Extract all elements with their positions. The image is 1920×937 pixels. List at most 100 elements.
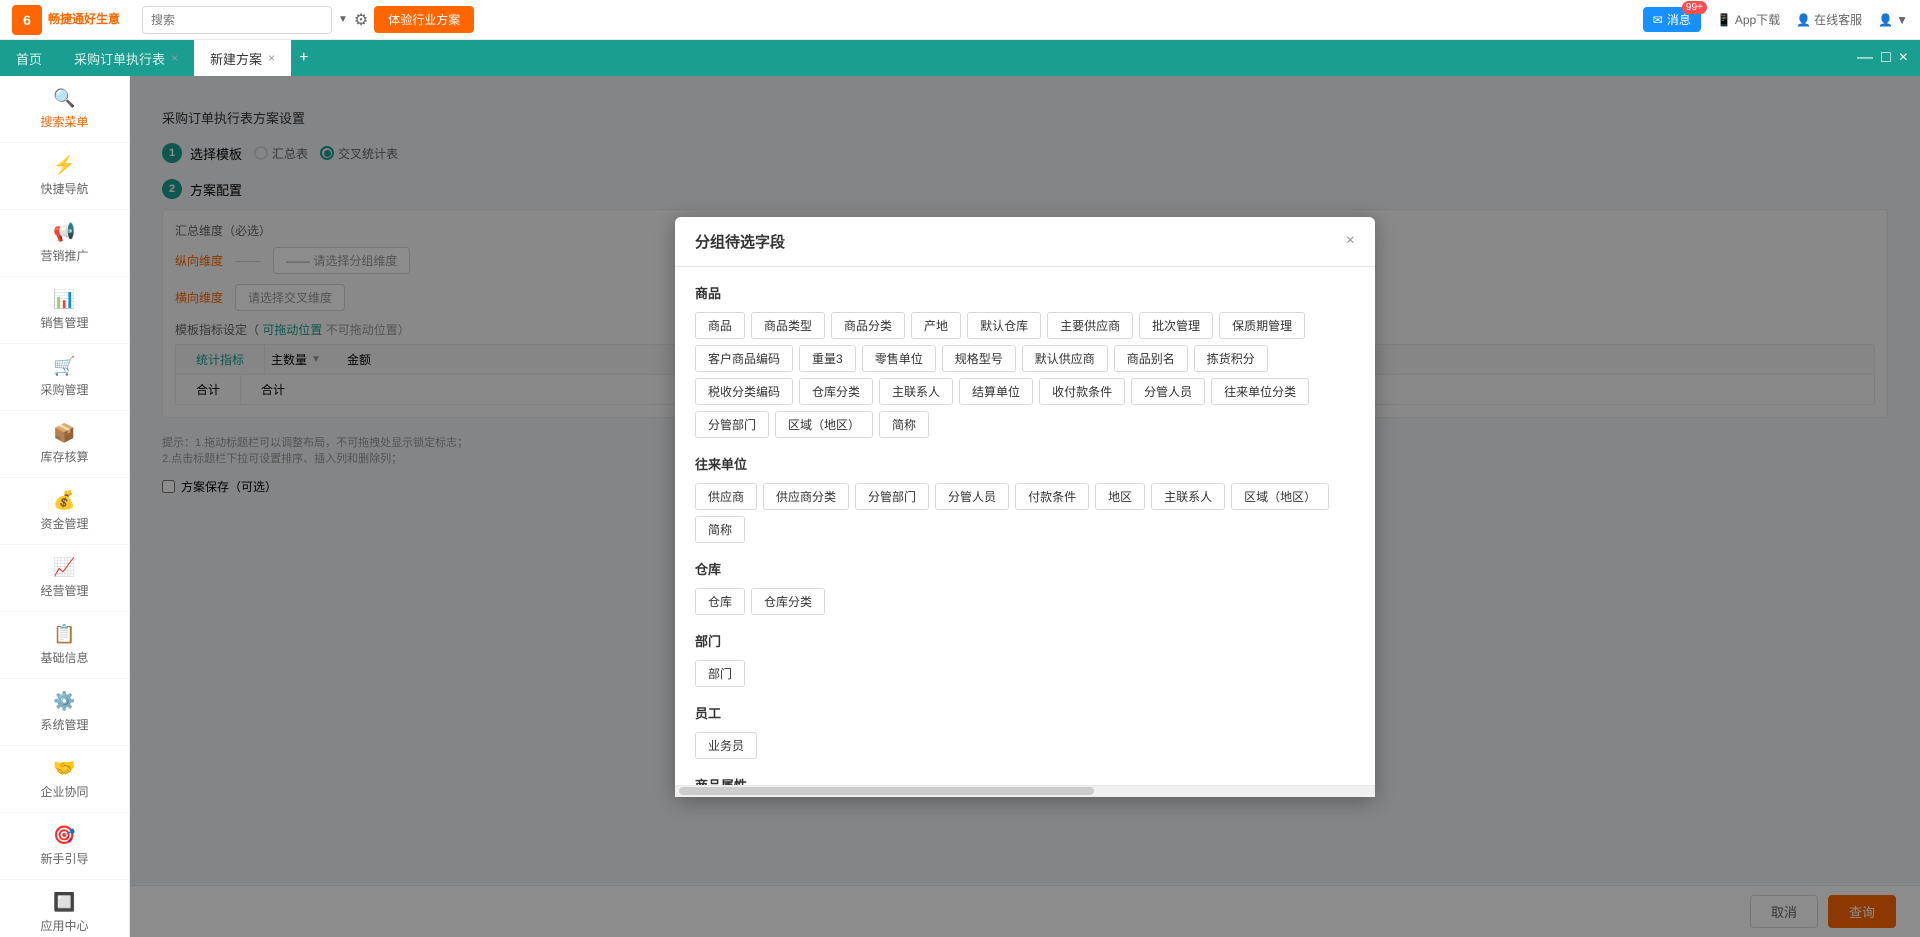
field-tag-product-20[interactable]: 分管人员 [1131,378,1205,405]
section-product-title: 商品 [695,283,1355,302]
online-service-link[interactable]: 👤 在线客服 [1796,11,1862,28]
sidebar-item-finance[interactable]: 💰 资金管理 [0,478,129,545]
field-tag-cp-8[interactable]: 简称 [695,516,745,543]
sidebar-app-center-label: 应用中心 [40,917,88,934]
sidebar-item-inventory[interactable]: 📦 库存核算 [0,411,129,478]
sidebar-item-app-center[interactable]: 🔲 应用中心 [0,880,129,937]
field-tag-product-18[interactable]: 结算单位 [959,378,1033,405]
field-tag-product-8[interactable]: 客户商品编码 [695,345,793,372]
sidebar-item-purchase[interactable]: 🛒 采购管理 [0,344,129,411]
modal-header: 分组待选字段 × [675,217,1375,267]
sidebar-quick-nav-label: 快捷导航 [40,180,88,197]
sidebar-item-system[interactable]: ⚙️ 系统管理 [0,679,129,746]
modal-horizontal-scrollbar[interactable] [675,785,1375,797]
field-tag-product-23[interactable]: 区域（地区） [775,411,873,438]
download-icon: 📱 [1717,13,1732,27]
field-tag-product-14[interactable]: 拣货积分 [1194,345,1268,372]
field-tag-product-17[interactable]: 主联系人 [879,378,953,405]
field-tag-cp-6[interactable]: 主联系人 [1151,483,1225,510]
search-input[interactable] [142,6,332,34]
sidebar-item-search[interactable]: 🔍 搜索菜单 [0,76,129,143]
section-product: 商品 商品 商品类型 商品分类 产地 默认仓库 主要供应商 批次管理 保质期管理… [695,283,1355,438]
sidebar-item-guide[interactable]: 🎯 新手引导 [0,813,129,880]
gear-icon[interactable]: ⚙ [354,10,368,30]
message-icon: ✉ [1653,13,1663,27]
tab-purchase-execution[interactable]: 采购订单执行表 × [58,40,194,76]
sidebar-item-sales[interactable]: 📊 销售管理 [0,277,129,344]
field-tag-cp-7[interactable]: 区域（地区） [1231,483,1329,510]
sidebar-guide-label: 新手引导 [40,850,88,867]
field-tag-product-1[interactable]: 商品类型 [751,312,825,339]
tab-purchase-label: 采购订单执行表 [74,49,165,68]
field-tag-cp-5[interactable]: 地区 [1095,483,1145,510]
section-product-attr: 商品属性 属性 颜色 多规格 尺码 鞋码 1 [695,775,1355,785]
tab-new-plan-close-icon[interactable]: × [268,51,275,65]
section-department: 部门 部门 [695,631,1355,687]
modal-title: 分组待选字段 [695,231,785,252]
field-tag-product-9[interactable]: 重量3 [799,345,856,372]
field-tag-product-3[interactable]: 产地 [911,312,961,339]
sidebar-item-operations[interactable]: 📈 经营管理 [0,545,129,612]
tab-home-label: 首页 [16,49,42,68]
field-tag-product-12[interactable]: 默认供应商 [1022,345,1108,372]
sidebar-operations-label: 经营管理 [40,582,88,599]
marketing-icon: 📢 [53,222,75,243]
field-tag-emp-0[interactable]: 业务员 [695,732,757,759]
sidebar-item-marketing[interactable]: 📢 营销推广 [0,210,129,277]
field-tag-wh-0[interactable]: 仓库 [695,588,745,615]
field-tag-cp-3[interactable]: 分管人员 [935,483,1009,510]
modal-close-button[interactable]: × [1346,232,1355,250]
sidebar: 🔍 搜索菜单 ⚡ 快捷导航 📢 营销推广 📊 销售管理 🛒 采购管理 📦 库存核… [0,76,130,937]
hscroll-thumb[interactable] [679,787,1094,795]
field-tag-product-13[interactable]: 商品别名 [1114,345,1188,372]
field-tag-product-7[interactable]: 保质期管理 [1219,312,1305,339]
field-tag-dept-0[interactable]: 部门 [695,660,745,687]
tab-new-plan[interactable]: 新建方案 × [194,40,291,76]
sidebar-item-collab[interactable]: 🤝 企业协同 [0,746,129,813]
field-tag-product-10[interactable]: 零售单位 [862,345,936,372]
sidebar-item-quick-nav[interactable]: ⚡ 快捷导航 [0,143,129,210]
field-tag-product-0[interactable]: 商品 [695,312,745,339]
inventory-icon: 📦 [53,423,75,444]
window-close-icon[interactable]: × [1899,49,1908,67]
field-tag-wh-1[interactable]: 仓库分类 [751,588,825,615]
field-tag-product-4[interactable]: 默认仓库 [967,312,1041,339]
tab-add-icon[interactable]: + [299,49,308,67]
message-button[interactable]: ✉ 消息 99+ [1643,7,1701,32]
field-tag-product-6[interactable]: 批次管理 [1139,312,1213,339]
guide-icon: 🎯 [53,825,75,846]
avatar-icon: 👤 [1878,13,1893,27]
field-tag-product-15[interactable]: 税收分类编码 [695,378,793,405]
field-tag-product-2[interactable]: 商品分类 [831,312,905,339]
field-tag-product-24[interactable]: 简称 [879,411,929,438]
window-maximize-icon[interactable]: □ [1881,49,1891,67]
app-download-link[interactable]: 📱 App下载 [1717,11,1780,28]
sidebar-basic-info-label: 基础信息 [40,649,88,666]
field-tag-product-11[interactable]: 规格型号 [942,345,1016,372]
field-tag-product-5[interactable]: 主要供应商 [1047,312,1133,339]
sidebar-finance-label: 资金管理 [40,515,88,532]
field-tag-cp-2[interactable]: 分管部门 [855,483,929,510]
window-minimize-icon[interactable]: — [1857,49,1873,67]
field-tag-cp-0[interactable]: 供应商 [695,483,757,510]
finance-icon: 💰 [53,490,75,511]
field-tag-product-16[interactable]: 仓库分类 [799,378,873,405]
experience-button[interactable]: 体验行业方案 [374,6,474,33]
top-header: 6 畅捷通好生意 ▼ ⚙ 体验行业方案 ✉ 消息 99+ 📱 App下载 👤 在… [0,0,1920,40]
header-search-area: ▼ ⚙ 体验行业方案 [142,6,1643,34]
tab-home[interactable]: 首页 [0,40,58,76]
section-counterpart-title: 往来单位 [695,454,1355,473]
field-tag-cp-1[interactable]: 供应商分类 [763,483,849,510]
field-tag-product-19[interactable]: 收付款条件 [1039,378,1125,405]
sidebar-item-basic-info[interactable]: 📋 基础信息 [0,612,129,679]
field-tag-product-21[interactable]: 往来单位分类 [1211,378,1309,405]
search-nav-icon: 🔍 [53,88,75,109]
warehouse-field-tags: 仓库 仓库分类 [695,588,1355,615]
counterpart-field-tags: 供应商 供应商分类 分管部门 分管人员 付款条件 地区 主联系人 区域（地区） … [695,483,1355,543]
user-avatar[interactable]: 👤 ▼ [1878,13,1908,27]
tab-purchase-close-icon[interactable]: × [171,51,178,65]
field-tag-cp-4[interactable]: 付款条件 [1015,483,1089,510]
modal-body[interactable]: 商品 商品 商品类型 商品分类 产地 默认仓库 主要供应商 批次管理 保质期管理… [675,267,1375,785]
search-dropdown-icon[interactable]: ▼ [338,14,348,25]
field-tag-product-22[interactable]: 分管部门 [695,411,769,438]
